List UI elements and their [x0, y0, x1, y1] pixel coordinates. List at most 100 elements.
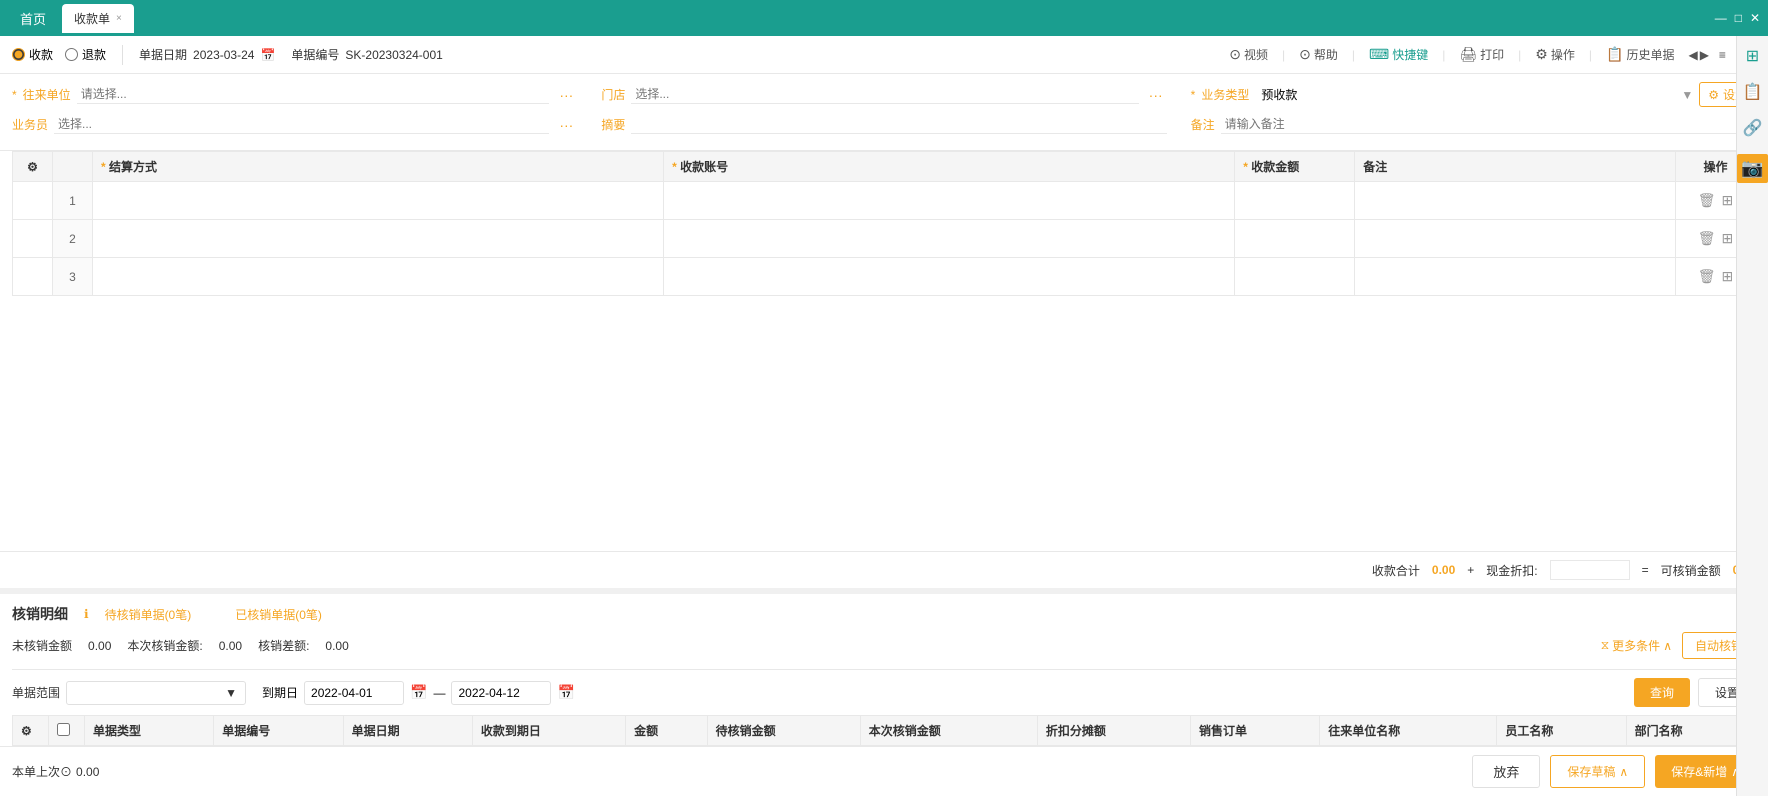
salesperson-input[interactable] [54, 115, 549, 134]
nav-left-btn[interactable]: ◀ [1688, 48, 1697, 62]
tab-receipt[interactable]: 收款单 × [62, 4, 134, 33]
row-3-settle[interactable] [93, 258, 664, 296]
query-btn[interactable]: 查询 [1634, 678, 1690, 707]
store-input[interactable] [631, 85, 1138, 104]
table-settings-header[interactable]: ⚙ [13, 152, 53, 182]
row-3-num: 3 [53, 258, 93, 296]
tab-home[interactable]: 首页 [8, 3, 58, 34]
date-to-input[interactable] [451, 681, 551, 705]
verify-select-all[interactable] [57, 723, 70, 736]
row-1-settle[interactable] [93, 182, 664, 220]
verify-info-icon[interactable]: ℹ [84, 607, 89, 621]
row-2-amount[interactable] [1235, 220, 1355, 258]
radio-tuikuan[interactable]: 退款 [65, 46, 106, 63]
verify-col-amount: 金额 [626, 716, 708, 746]
close-btn[interactable]: ✕ [1750, 11, 1760, 25]
done-tab[interactable]: 已核销单据(0笔) [235, 606, 322, 623]
more-conditions-btn[interactable]: ⧖ 更多条件 ∧ [1601, 637, 1672, 654]
salesperson-more-btn[interactable]: ··· [555, 117, 577, 133]
net-label: 可核销金额 [1661, 562, 1721, 579]
counterpart-text-label: 往来单位 [23, 86, 71, 103]
table-header-row: ⚙ * 结算方式 * 收款账号 * 收款金额 备注 [13, 152, 1756, 182]
sidebar-icon-4[interactable]: 📷 [1737, 154, 1767, 183]
sidebar-icon-1[interactable]: ⊞ [1746, 46, 1759, 66]
row-2-settle[interactable] [93, 220, 664, 258]
store-more-btn[interactable]: ··· [1145, 87, 1167, 103]
row-3-account[interactable] [664, 258, 1235, 296]
row-1-settings [13, 182, 53, 220]
range-select[interactable]: ▼ [66, 681, 246, 705]
remark-input[interactable] [1221, 115, 1756, 134]
right-sidebar: ⊞ 📋 🔗 📷 [1736, 36, 1768, 796]
date-to-icon[interactable]: 📅 [557, 684, 574, 701]
total-label: 收款合计 [1372, 562, 1420, 579]
radio-tuikuan-label: 退款 [82, 46, 106, 63]
operate-btn[interactable]: ⚙ 操作 [1531, 44, 1579, 65]
verify-col-settings[interactable]: ⚙ [13, 716, 49, 746]
radio-tuikuan-input[interactable] [65, 48, 78, 61]
summary-input[interactable] [631, 115, 1166, 134]
table-row: 1 🗑 ⊞ [13, 182, 1756, 220]
shortcut-btn[interactable]: ⌨ 快捷键 [1365, 44, 1432, 65]
verify-settings-icon: ⚙ [21, 724, 32, 738]
row-3-copy-icon[interactable]: ⊞ [1722, 268, 1734, 285]
verify-col-duedate: 收款到期日 [472, 716, 625, 746]
table-rownum-header [53, 152, 93, 182]
row-2-copy-icon[interactable]: ⊞ [1722, 230, 1734, 247]
business-type-dropdown-btn[interactable]: ▼ [1681, 88, 1693, 102]
history-btn[interactable]: 📋 历史单据 [1602, 44, 1678, 65]
row-2-remark[interactable] [1355, 220, 1676, 258]
sidebar-icon-2[interactable]: 📋 [1743, 82, 1763, 102]
tab-close-icon[interactable]: × [116, 13, 122, 24]
row-2-account[interactable] [664, 220, 1235, 258]
save-draft-btn[interactable]: 保存草稿 ∧ [1550, 755, 1645, 788]
row-1-amount[interactable] [1235, 182, 1355, 220]
total-value: 0.00 [1432, 563, 1455, 577]
view-toggle1-btn[interactable]: ≡ [1719, 48, 1726, 62]
table-settings-icon: ⚙ [27, 160, 38, 174]
table-amount-header: * 收款金额 [1235, 152, 1355, 182]
row-3-delete-icon[interactable]: 🗑 [1698, 268, 1716, 285]
discount-input[interactable] [1550, 560, 1630, 580]
row-1-delete-icon[interactable]: 🗑 [1698, 192, 1716, 209]
video-btn[interactable]: ⊙ 视频 [1225, 44, 1272, 65]
radio-shoukuan-input[interactable] [12, 48, 25, 61]
verify-col-checkbox[interactable] [49, 716, 85, 746]
current-check-label: 本次核销金额: [127, 637, 202, 654]
salesperson-label: 业务员 [12, 116, 48, 133]
row-3-remark[interactable] [1355, 258, 1676, 296]
table-account-header: * 收款账号 [664, 152, 1235, 182]
row-1-copy-icon[interactable]: ⊞ [1722, 192, 1734, 209]
date-from-input[interactable] [304, 681, 404, 705]
verify-header: 核销明细 ℹ 待核销单据(0笔) 已核销单据(0笔) [12, 604, 1756, 624]
pending-tab[interactable]: 待核销单据(0笔) [105, 606, 192, 623]
radio-shoukuan[interactable]: 收款 [12, 46, 53, 63]
sidebar-icon-3[interactable]: 🔗 [1743, 118, 1763, 138]
store-label: 门店 [601, 86, 625, 103]
minimize-btn[interactable]: — [1715, 11, 1727, 25]
unchecked-value: 0.00 [88, 639, 111, 653]
verify-table: ⚙ 单据类型 单据编号 单据日期 收款到期日 金额 待核销金额 本次核销金额 折… [12, 715, 1756, 746]
discard-btn[interactable]: 放弃 [1472, 755, 1540, 788]
detail-table-area: ⚙ * 结算方式 * 收款账号 * 收款金额 备注 [0, 151, 1768, 551]
calendar-icon[interactable]: 📅 [260, 48, 275, 62]
nav-right-btn[interactable]: ▶ [1700, 48, 1709, 62]
counterpart-input[interactable] [77, 85, 550, 104]
diff-label: 核销差额: [258, 637, 309, 654]
help-btn[interactable]: ⊙ 帮助 [1295, 44, 1342, 65]
row-1-account[interactable] [664, 182, 1235, 220]
row-1-remark[interactable] [1355, 182, 1676, 220]
verify-title: 核销明细 [12, 604, 68, 624]
due-date-label: 到期日 [262, 684, 298, 701]
verify-col-employee: 员工名称 [1497, 716, 1626, 746]
business-type-req: * [1191, 88, 1196, 102]
date-from-icon[interactable]: 📅 [410, 684, 427, 701]
row-2-delete-icon[interactable]: 🗑 [1698, 230, 1716, 247]
maximize-btn[interactable]: □ [1735, 11, 1742, 25]
date-label: 单据日期 [139, 46, 187, 63]
row-3-amount[interactable] [1235, 258, 1355, 296]
counterpart-more-btn[interactable]: ··· [555, 87, 577, 103]
business-type-field: * 业务类型 预收款 ▼ ⚙ 设置 [1191, 82, 1756, 107]
bottom-balance-label: 本单上次⊙ [12, 763, 72, 780]
print-btn[interactable]: 🖨 打印 [1455, 44, 1508, 65]
